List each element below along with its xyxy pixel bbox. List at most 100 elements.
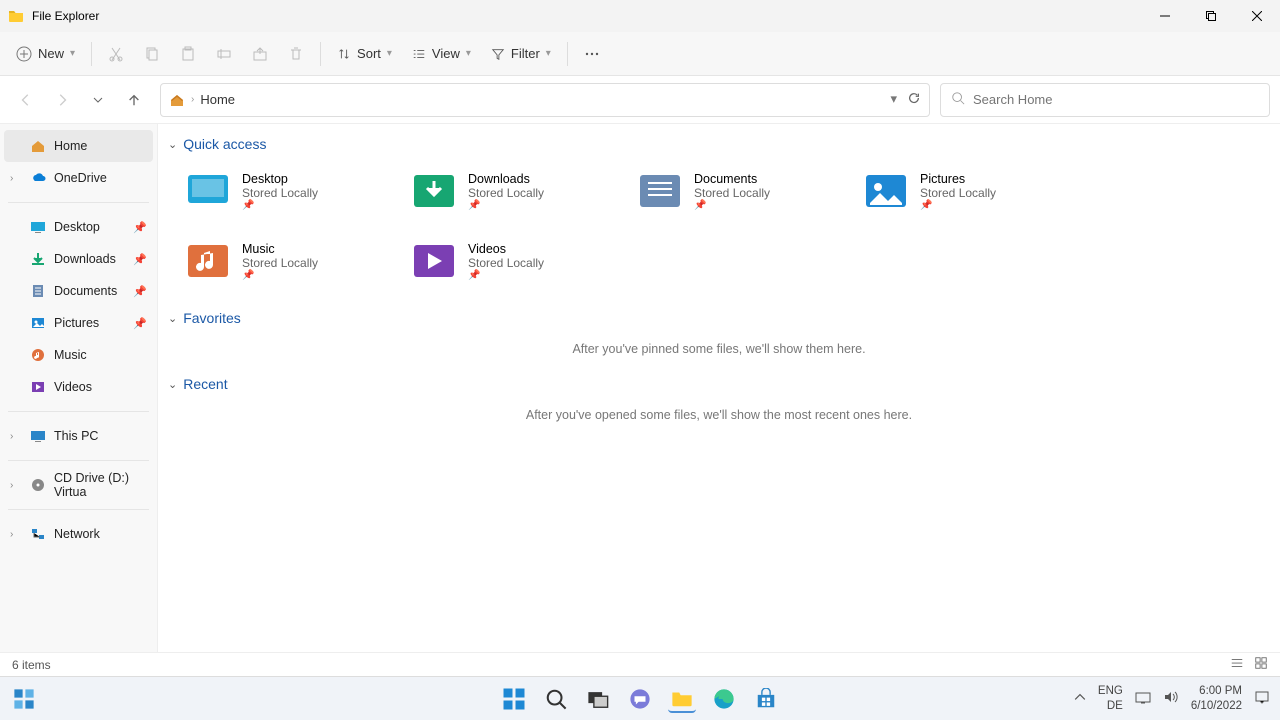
sidebar-item-pictures[interactable]: Pictures 📌 [0,307,157,339]
section-header-recent[interactable]: ⌄ Recent [168,376,1270,392]
tray-chevron-button[interactable] [1074,691,1086,706]
quickaccess-item[interactable]: VideosStored Locally📌 [412,230,630,292]
store-button[interactable] [752,685,780,713]
item-name: Videos [468,242,544,256]
sidebar-item-onedrive[interactable]: › OneDrive [0,162,157,194]
pin-icon: 📌 [133,317,147,330]
close-button[interactable] [1234,0,1280,32]
sidebar-item-label: Pictures [54,316,99,330]
folder-icon [638,171,682,211]
language-indicator[interactable]: ENG DE [1098,684,1123,713]
status-bar: 6 items [0,652,1280,676]
network-icon[interactable] [1135,689,1151,708]
edge-button[interactable] [710,685,738,713]
up-button[interactable] [118,84,150,116]
sidebar-item-downloads[interactable]: Downloads 📌 [0,243,157,275]
separator [567,42,568,66]
sidebar-item-cddrive[interactable]: › CD Drive (D:) Virtua [0,469,157,501]
maximize-button[interactable] [1188,0,1234,32]
explorer-taskbar-button[interactable] [668,685,696,713]
sidebar-item-music[interactable]: Music [0,339,157,371]
filter-button[interactable]: Filter ▾ [483,37,559,71]
details-view-button[interactable] [1230,656,1244,673]
onedrive-icon [30,170,46,186]
new-button[interactable]: New ▾ [8,37,83,71]
toolbar: New ▾ Sort ▾ View ▾ Filter ▾ [0,32,1280,76]
pin-icon: 📌 [133,253,147,266]
folder-icon [186,241,230,281]
chevron-right-icon: › [191,94,194,105]
separator [8,411,149,412]
cut-button[interactable] [100,37,132,71]
quickaccess-item[interactable]: PicturesStored Locally📌 [864,160,1082,222]
section-header-quickaccess[interactable]: ⌄ Quick access [168,136,1270,152]
address-bar: › Home ▾ [0,76,1280,124]
sidebar-item-desktop[interactable]: Desktop 📌 [0,211,157,243]
sort-label: Sort [357,46,381,61]
search-button[interactable] [542,685,570,713]
sidebar-item-thispc[interactable]: › This PC [0,420,157,452]
paste-button[interactable] [172,37,204,71]
chevron-right-icon[interactable]: › [10,173,13,184]
share-button[interactable] [244,37,276,71]
taskview-button[interactable] [584,685,612,713]
pc-icon [30,428,46,444]
quickaccess-item[interactable]: MusicStored Locally📌 [186,230,404,292]
view-button[interactable]: View ▾ [404,37,479,71]
item-subtitle: Stored Locally [468,256,544,270]
quickaccess-item[interactable]: DocumentsStored Locally📌 [638,160,856,222]
sidebar-item-videos[interactable]: Videos [0,371,157,403]
window-title: File Explorer [32,9,99,23]
item-name: Downloads [468,172,544,186]
sidebar-item-documents[interactable]: Documents 📌 [0,275,157,307]
item-subtitle: Stored Locally [242,256,318,270]
chevron-right-icon[interactable]: › [10,529,13,540]
sidebar-item-label: Desktop [54,220,100,234]
folder-icon [412,171,456,211]
item-name: Music [242,242,318,256]
sidebar-item-label: Music [54,348,87,362]
pin-icon: 📌 [468,200,544,211]
chevron-down-icon[interactable]: ▾ [890,91,897,108]
search-box[interactable] [940,83,1270,117]
sidebar-item-network[interactable]: › Network [0,518,157,550]
disc-icon [30,477,46,493]
pin-icon: 📌 [468,270,544,281]
refresh-button[interactable] [907,91,921,108]
rename-button[interactable] [208,37,240,71]
desktop-icon [30,219,46,235]
pin-icon: 📌 [694,200,770,211]
lang-secondary: DE [1098,699,1123,713]
forward-button[interactable] [46,84,78,116]
sort-button[interactable]: Sort ▾ [329,37,400,71]
content-area: ⌄ Quick access DesktopStored Locally📌Dow… [158,124,1280,652]
quickaccess-item[interactable]: DesktopStored Locally📌 [186,160,404,222]
volume-icon[interactable] [1163,689,1179,708]
chevron-right-icon[interactable]: › [10,480,13,491]
delete-button[interactable] [280,37,312,71]
recent-locations-button[interactable] [82,84,114,116]
start-button[interactable] [500,685,528,713]
quickaccess-item[interactable]: DownloadsStored Locally📌 [412,160,630,222]
thumbnails-view-button[interactable] [1254,656,1268,673]
widgets-button[interactable] [10,685,38,713]
minimize-button[interactable] [1142,0,1188,32]
videos-icon [30,379,46,395]
datetime[interactable]: 6:00 PM 6/10/2022 [1191,684,1242,713]
notifications-button[interactable] [1254,689,1270,708]
chat-button[interactable] [626,685,654,713]
copy-button[interactable] [136,37,168,71]
path-box[interactable]: › Home ▾ [160,83,930,117]
folder-icon [412,241,456,281]
chevron-right-icon[interactable]: › [10,431,13,442]
path-segment[interactable]: Home [200,92,235,107]
section-header-favorites[interactable]: ⌄ Favorites [168,310,1270,326]
sidebar-item-home[interactable]: Home [4,130,153,162]
sidebar-item-label: Network [54,527,100,541]
sidebar-item-label: CD Drive (D:) Virtua [54,471,157,499]
more-button[interactable] [576,37,608,71]
back-button[interactable] [10,84,42,116]
search-input[interactable] [973,92,1259,107]
search-icon [951,91,965,108]
chevron-down-icon: ▾ [387,48,392,59]
